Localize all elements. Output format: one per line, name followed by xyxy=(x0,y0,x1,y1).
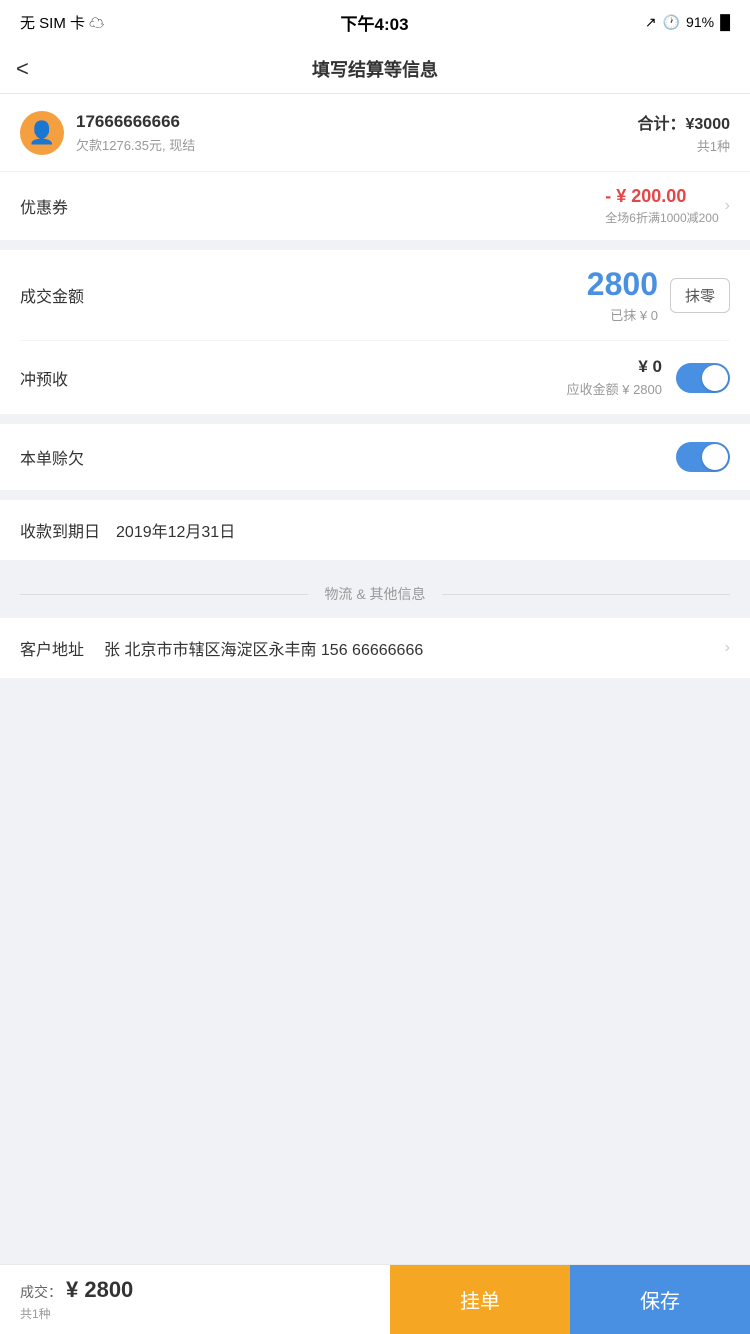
coupon-right: - ¥ 200.00 全场6折满1000减200 › xyxy=(605,186,730,226)
customer-info: 17666666666 欠款1276.35元, 现结 xyxy=(76,112,195,154)
bottom-count: 共1种 xyxy=(20,1305,370,1322)
divider-line-right xyxy=(442,594,730,595)
customer-phone: 17666666666 xyxy=(76,112,195,132)
header: < 填写结算等信息 xyxy=(0,44,750,94)
amount-right: 2800 已抹 ¥ 0 xyxy=(587,266,658,324)
customer-left: 👤 17666666666 欠款1276.35元, 现结 xyxy=(20,111,195,155)
save-button[interactable]: 保存 xyxy=(570,1265,750,1334)
status-right: ↗ 🕐 91% █ xyxy=(645,14,730,31)
customer-right: 合计：¥3000 共1种 xyxy=(638,110,731,155)
bottom-deal-row: 成交： ¥ 2800 xyxy=(20,1277,370,1303)
amount-label: 成交金额 xyxy=(20,283,84,307)
prepay-label: 冲预收 xyxy=(20,366,68,390)
due-date-label: 收款到期日 xyxy=(20,518,100,542)
debt-toggle-knob xyxy=(702,444,728,470)
status-bar: 无 SIM 卡 ☁ 下午4:03 ↗ 🕐 91% █ xyxy=(0,0,750,44)
amount-sub: 已抹 ¥ 0 xyxy=(587,305,658,324)
divider-text: 物流 & 其他信息 xyxy=(324,584,425,604)
amount-value-group: 2800 已抹 ¥ 0 抹零 xyxy=(587,266,730,324)
coupon-desc: 全场6折满1000减200 xyxy=(605,209,718,226)
empty-area xyxy=(0,688,750,888)
debt-section: 本单赊欠 xyxy=(0,424,750,490)
round-down-button[interactable]: 抹零 xyxy=(670,278,730,313)
avatar: 👤 xyxy=(20,111,64,155)
hang-order-button[interactable]: 挂单 xyxy=(390,1265,570,1334)
due-date-row: 收款到期日 2019年12月31日 xyxy=(20,500,730,560)
clock-icon: 🕐 xyxy=(663,14,680,31)
bottom-bar: 成交： ¥ 2800 共1种 挂单 保存 xyxy=(0,1264,750,1334)
bottom-deal-label: 成交： xyxy=(20,1282,62,1302)
address-section: 客户地址 张 北京市市辖区海淀区永丰南 156 66666666 › xyxy=(0,618,750,678)
amount-row: 成交金额 2800 已抹 ¥ 0 抹零 xyxy=(20,250,730,341)
address-value: 张 北京市市辖区海淀区永丰南 156 66666666 xyxy=(104,636,725,660)
location-icon: ↗ xyxy=(645,14,657,31)
debt-toggle[interactable] xyxy=(676,442,730,472)
prepay-right: ¥ 0 应收金额 ¥ 2800 xyxy=(567,357,730,398)
address-row[interactable]: 客户地址 张 北京市市辖区海淀区永丰南 156 66666666 › xyxy=(20,618,730,678)
prepay-row: 冲预收 ¥ 0 应收金额 ¥ 2800 xyxy=(20,341,730,414)
prepay-sub: 应收金额 ¥ 2800 xyxy=(567,379,662,398)
total-value: 合计：¥3000 xyxy=(638,110,731,134)
prepay-value: ¥ 0 xyxy=(567,357,662,377)
status-left: 无 SIM 卡 ☁ xyxy=(20,12,104,33)
customer-debt: 欠款1276.35元, 现结 xyxy=(76,135,195,154)
battery-label: 91% xyxy=(686,14,714,30)
coupon-label: 优惠券 xyxy=(20,194,68,218)
coupon-discount: - ¥ 200.00 xyxy=(605,186,718,207)
due-date-section: 收款到期日 2019年12月31日 xyxy=(0,500,750,560)
customer-section: 👤 17666666666 欠款1276.35元, 现结 合计：¥3000 共1… xyxy=(0,94,750,240)
coupon-right-group: - ¥ 200.00 全场6折满1000减200 xyxy=(605,186,718,226)
customer-row: 👤 17666666666 欠款1276.35元, 现结 合计：¥3000 共1… xyxy=(0,94,750,171)
divider-label: 物流 & 其他信息 xyxy=(0,570,750,618)
battery-icon: █ xyxy=(720,14,730,30)
prepay-toggle[interactable] xyxy=(676,363,730,393)
address-label: 客户地址 xyxy=(20,636,84,660)
amount-section: 成交金额 2800 已抹 ¥ 0 抹零 冲预收 ¥ 0 应收金额 ¥ 2800 xyxy=(0,250,750,414)
prepay-value-group: ¥ 0 应收金额 ¥ 2800 xyxy=(567,357,662,398)
address-chevron-icon: › xyxy=(725,639,730,657)
divider-section: 物流 & 其他信息 xyxy=(0,570,750,618)
page-title: 填写结算等信息 xyxy=(312,56,438,82)
debt-label: 本单赊欠 xyxy=(20,445,84,469)
back-button[interactable]: < xyxy=(16,56,29,82)
amount-value: 2800 xyxy=(587,266,658,303)
coupon-row[interactable]: 优惠券 - ¥ 200.00 全场6折满1000减200 › xyxy=(0,171,750,240)
chevron-right-icon: › xyxy=(725,197,730,215)
toggle-knob xyxy=(702,365,728,391)
debt-row: 本单赊欠 xyxy=(20,424,730,490)
status-time: 下午4:03 xyxy=(341,10,409,35)
bottom-amount: ¥ 2800 xyxy=(66,1277,133,1303)
due-date-value: 2019年12月31日 xyxy=(116,518,235,542)
divider-line-left xyxy=(20,594,308,595)
sim-label: 无 SIM 卡 ☁ xyxy=(20,12,104,33)
item-count: 共1种 xyxy=(638,136,731,155)
bottom-info: 成交： ¥ 2800 共1种 xyxy=(0,1277,390,1322)
